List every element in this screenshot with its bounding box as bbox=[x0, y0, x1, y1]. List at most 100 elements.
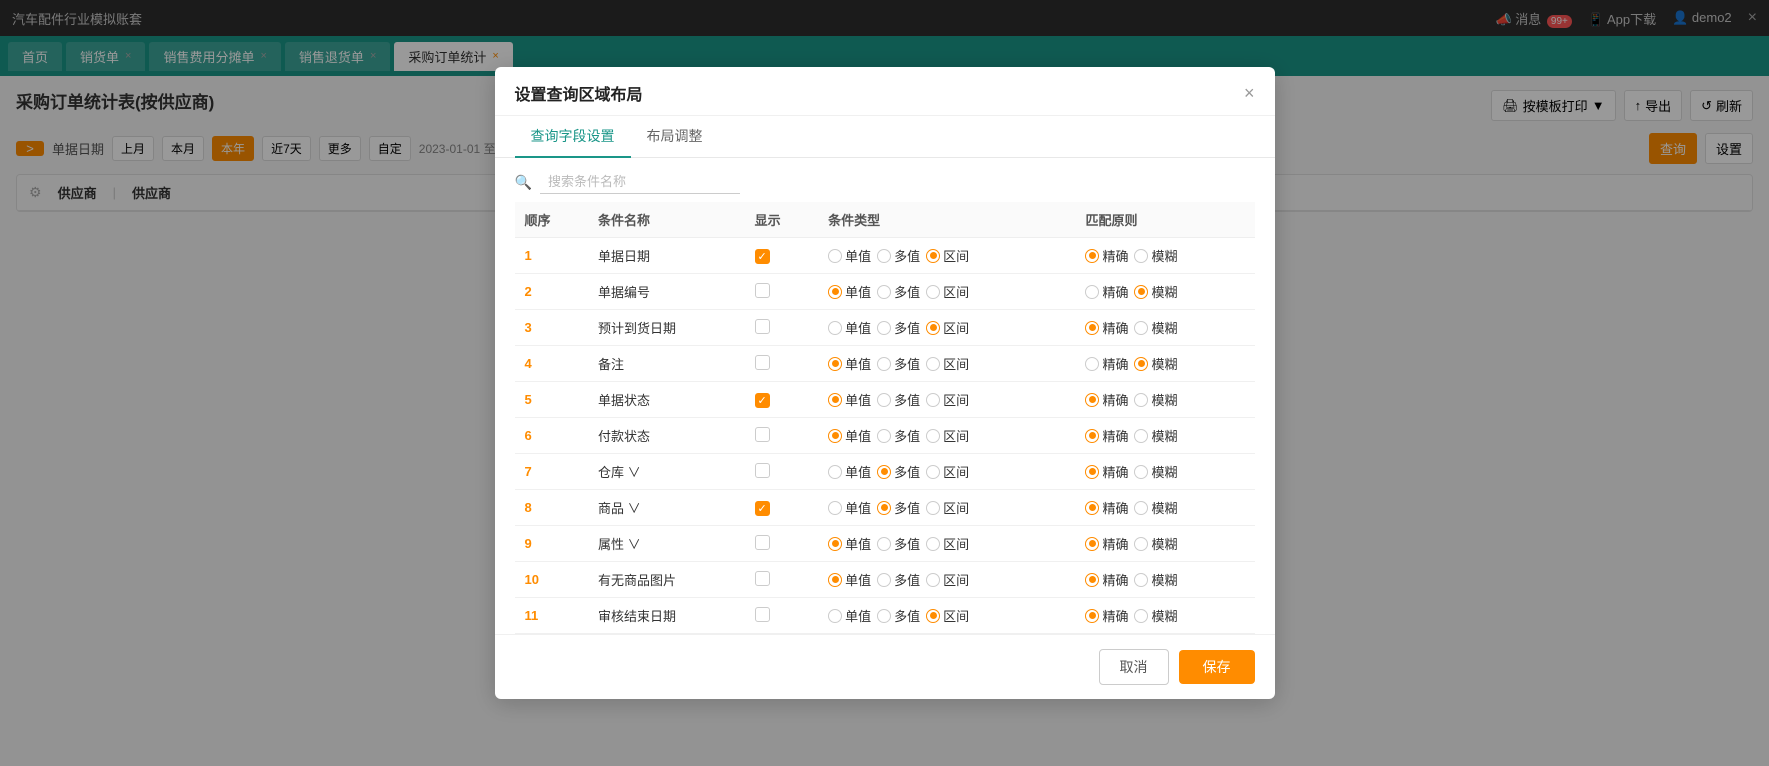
type-radio-0[interactable]: 单值 bbox=[828, 498, 871, 517]
cell-name: 单据日期 bbox=[588, 238, 745, 274]
rule-radio-1[interactable]: 模糊 bbox=[1134, 606, 1177, 625]
radio-dot bbox=[828, 537, 842, 551]
type-radio-1[interactable]: 多值 bbox=[877, 534, 920, 553]
type-radio-2[interactable]: 区间 bbox=[926, 282, 969, 301]
rule-radio-1[interactable]: 模糊 bbox=[1134, 498, 1177, 517]
cell-display[interactable]: ✓ bbox=[745, 382, 819, 418]
type-radio-2[interactable]: 区间 bbox=[926, 246, 969, 265]
type-radio-1[interactable]: 多值 bbox=[877, 246, 920, 265]
display-checkbox[interactable]: ✓ bbox=[755, 249, 770, 264]
th-display: 显示 bbox=[745, 202, 819, 238]
radio-dot bbox=[877, 393, 891, 407]
cell-display[interactable] bbox=[745, 526, 819, 562]
cell-name: 单据编号 bbox=[588, 274, 745, 310]
modal-search-area: 🔍 bbox=[495, 158, 1275, 202]
rule-radio-1[interactable]: 模糊 bbox=[1134, 354, 1177, 373]
modal-close-button[interactable]: × bbox=[1244, 84, 1255, 102]
type-radio-0[interactable]: 单值 bbox=[828, 318, 871, 337]
cell-rule: 精确模糊 bbox=[1075, 490, 1254, 526]
radio-dot bbox=[1085, 465, 1099, 479]
radio-dot bbox=[877, 249, 891, 263]
modal-table: 顺序 条件名称 显示 条件类型 匹配原则 1单据日期✓单值多值区间精确模糊2单据… bbox=[495, 202, 1275, 634]
rule-radio-1[interactable]: 模糊 bbox=[1134, 318, 1177, 337]
cell-display[interactable] bbox=[745, 454, 819, 490]
type-radio-0[interactable]: 单值 bbox=[828, 534, 871, 553]
rule-radio-1[interactable]: 模糊 bbox=[1134, 390, 1177, 409]
rule-radio-1[interactable]: 模糊 bbox=[1134, 246, 1177, 265]
rule-radio-1[interactable]: 模糊 bbox=[1134, 570, 1177, 589]
type-radio-1[interactable]: 多值 bbox=[877, 606, 920, 625]
type-radio-1[interactable]: 多值 bbox=[877, 462, 920, 481]
display-checkbox[interactable] bbox=[755, 319, 770, 334]
type-radio-2[interactable]: 区间 bbox=[926, 390, 969, 409]
cell-display[interactable]: ✓ bbox=[745, 490, 819, 526]
display-checkbox[interactable]: ✓ bbox=[755, 393, 770, 408]
type-radio-0[interactable]: 单值 bbox=[828, 354, 871, 373]
modal-dialog: 设置查询区域布局 × 查询字段设置 布局调整 🔍 顺序 条件名称 显示 条件类型 bbox=[495, 67, 1275, 699]
rule-radio-0[interactable]: 精确 bbox=[1085, 426, 1128, 445]
type-radio-0[interactable]: 单值 bbox=[828, 570, 871, 589]
rule-radio-1[interactable]: 模糊 bbox=[1134, 282, 1177, 301]
display-checkbox[interactable] bbox=[755, 427, 770, 442]
type-radio-0[interactable]: 单值 bbox=[828, 282, 871, 301]
cell-display[interactable]: ✓ bbox=[745, 238, 819, 274]
type-radio-1[interactable]: 多值 bbox=[877, 498, 920, 517]
rule-radio-0[interactable]: 精确 bbox=[1085, 534, 1128, 553]
type-radio-2[interactable]: 区间 bbox=[926, 534, 969, 553]
cell-display[interactable] bbox=[745, 274, 819, 310]
cell-display[interactable] bbox=[745, 562, 819, 598]
type-radio-0[interactable]: 单值 bbox=[828, 246, 871, 265]
type-radio-0[interactable]: 单值 bbox=[828, 462, 871, 481]
cell-order: 2 bbox=[515, 274, 589, 310]
display-checkbox[interactable] bbox=[755, 571, 770, 586]
type-radio-2[interactable]: 区间 bbox=[926, 318, 969, 337]
rule-radio-1[interactable]: 模糊 bbox=[1134, 426, 1177, 445]
save-button[interactable]: 保存 bbox=[1179, 650, 1255, 684]
rule-radio-1[interactable]: 模糊 bbox=[1134, 462, 1177, 481]
rule-radio-0[interactable]: 精确 bbox=[1085, 606, 1128, 625]
type-radio-2[interactable]: 区间 bbox=[926, 354, 969, 373]
modal-overlay[interactable]: 设置查询区域布局 × 查询字段设置 布局调整 🔍 顺序 条件名称 显示 条件类型 bbox=[0, 0, 1769, 766]
display-checkbox[interactable]: ✓ bbox=[755, 501, 770, 516]
type-radio-0[interactable]: 单值 bbox=[828, 426, 871, 445]
cell-name: 仓库 ∨ bbox=[588, 454, 745, 490]
type-radio-1[interactable]: 多值 bbox=[877, 426, 920, 445]
rule-radio-0[interactable]: 精确 bbox=[1085, 246, 1128, 265]
type-radio-2[interactable]: 区间 bbox=[926, 426, 969, 445]
tab-query-fields[interactable]: 查询字段设置 bbox=[515, 116, 631, 158]
rule-radio-0[interactable]: 精确 bbox=[1085, 390, 1128, 409]
cell-display[interactable] bbox=[745, 346, 819, 382]
cell-name: 审核结束日期 bbox=[588, 598, 745, 634]
rule-radio-0[interactable]: 精确 bbox=[1085, 354, 1128, 373]
type-radio-1[interactable]: 多值 bbox=[877, 282, 920, 301]
cell-display[interactable] bbox=[745, 598, 819, 634]
tab-layout-adjust[interactable]: 布局调整 bbox=[631, 116, 719, 158]
cell-rule: 精确模糊 bbox=[1075, 310, 1254, 346]
type-radio-2[interactable]: 区间 bbox=[926, 462, 969, 481]
type-radio-1[interactable]: 多值 bbox=[877, 390, 920, 409]
type-radio-1[interactable]: 多值 bbox=[877, 570, 920, 589]
rule-radio-1[interactable]: 模糊 bbox=[1134, 534, 1177, 553]
type-radio-1[interactable]: 多值 bbox=[877, 354, 920, 373]
search-input[interactable] bbox=[540, 170, 740, 194]
cell-display[interactable] bbox=[745, 418, 819, 454]
rule-radio-0[interactable]: 精确 bbox=[1085, 462, 1128, 481]
type-radio-0[interactable]: 单值 bbox=[828, 390, 871, 409]
display-checkbox[interactable] bbox=[755, 607, 770, 622]
radio-dot bbox=[828, 393, 842, 407]
cancel-button[interactable]: 取消 bbox=[1099, 649, 1169, 685]
display-checkbox[interactable] bbox=[755, 355, 770, 370]
rule-radio-0[interactable]: 精确 bbox=[1085, 318, 1128, 337]
rule-radio-0[interactable]: 精确 bbox=[1085, 570, 1128, 589]
display-checkbox[interactable] bbox=[755, 535, 770, 550]
rule-radio-0[interactable]: 精确 bbox=[1085, 498, 1128, 517]
display-checkbox[interactable] bbox=[755, 463, 770, 478]
type-radio-1[interactable]: 多值 bbox=[877, 318, 920, 337]
type-radio-2[interactable]: 区间 bbox=[926, 570, 969, 589]
rule-radio-0[interactable]: 精确 bbox=[1085, 282, 1128, 301]
cell-display[interactable] bbox=[745, 310, 819, 346]
type-radio-2[interactable]: 区间 bbox=[926, 498, 969, 517]
type-radio-0[interactable]: 单值 bbox=[828, 606, 871, 625]
type-radio-2[interactable]: 区间 bbox=[926, 606, 969, 625]
display-checkbox[interactable] bbox=[755, 283, 770, 298]
